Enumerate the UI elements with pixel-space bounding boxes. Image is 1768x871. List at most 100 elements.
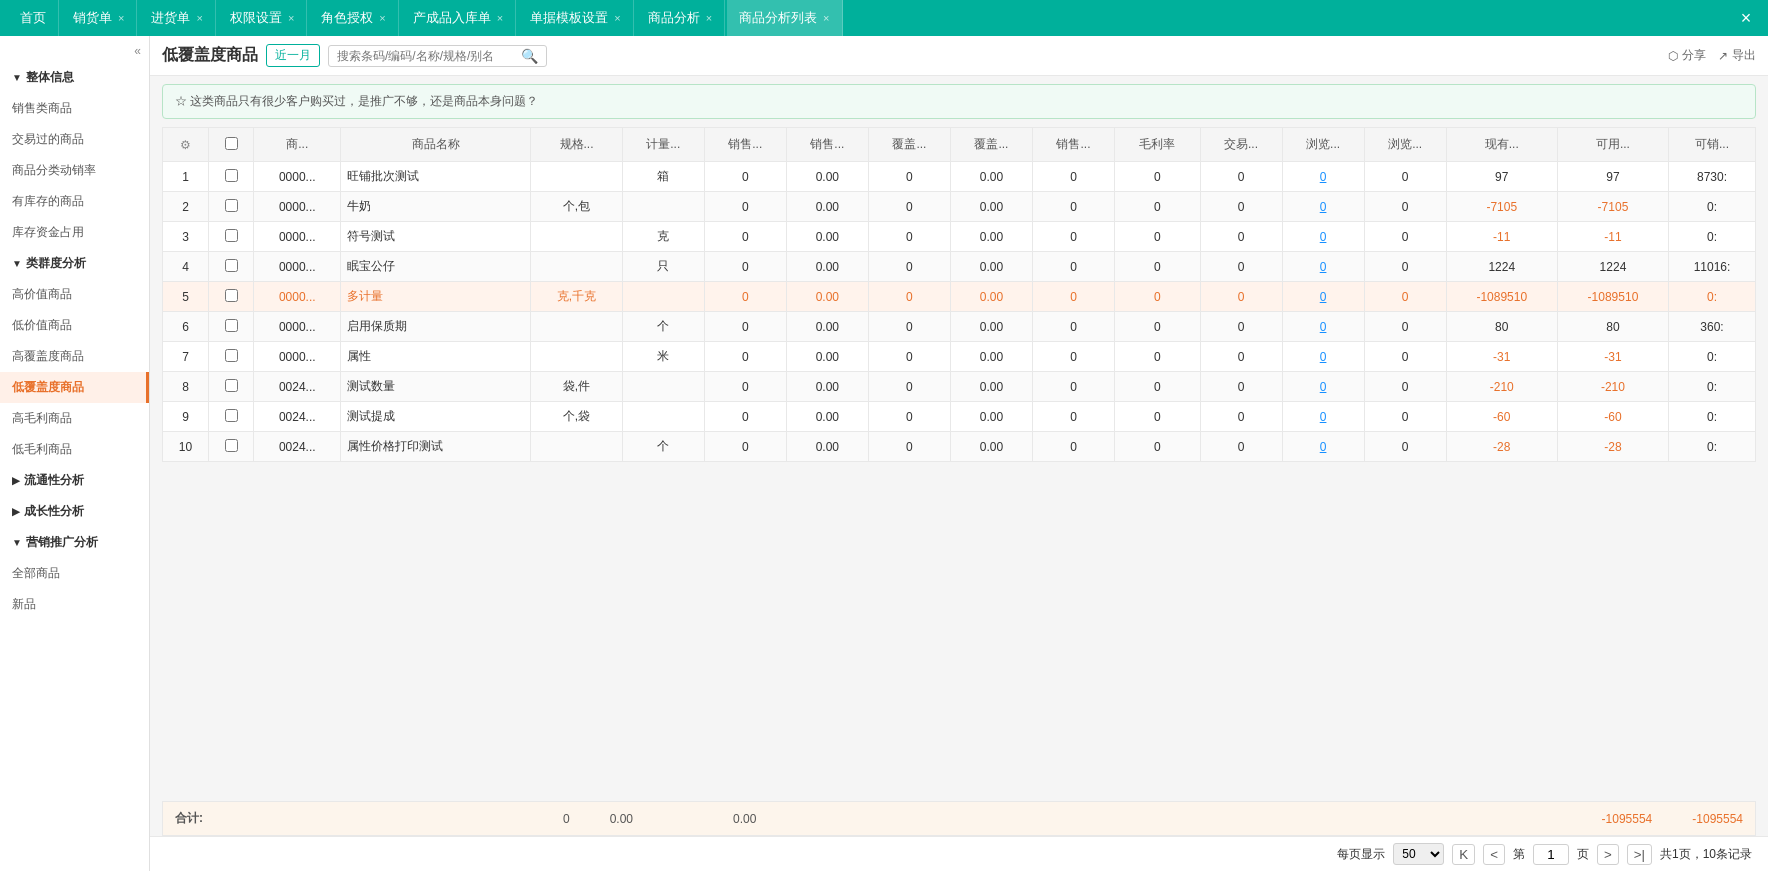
table-row-check[interactable] — [209, 252, 254, 282]
table-row-available: 80 — [1557, 312, 1668, 342]
table-row-browse1[interactable]: 0 — [1282, 432, 1364, 462]
sidebar-section-overall[interactable]: ▼ 整体信息 — [0, 62, 149, 93]
close-all-tabs-button[interactable]: × — [1732, 4, 1760, 32]
first-page-button[interactable]: K — [1452, 844, 1475, 865]
nav-tab-roles[interactable]: 角色授权 × — [309, 0, 398, 36]
col-browse2[interactable]: 浏览... — [1364, 128, 1446, 162]
sidebar-item-new-goods[interactable]: 新品 — [0, 589, 149, 620]
table-row-num: 6 — [163, 312, 209, 342]
close-sales-icon[interactable]: × — [118, 12, 124, 24]
col-available[interactable]: 可用... — [1557, 128, 1668, 162]
sidebar-item-stock-capital[interactable]: 库存资金占用 — [0, 217, 149, 248]
search-input[interactable] — [337, 49, 517, 63]
next-page-button[interactable]: > — [1597, 844, 1619, 865]
sidebar-item-stocked-goods[interactable]: 有库存的商品 — [0, 186, 149, 217]
close-template-icon[interactable]: × — [614, 12, 620, 24]
col-sales2[interactable]: 销售... — [786, 128, 868, 162]
sidebar-section-cluster[interactable]: ▼ 类群度分析 — [0, 248, 149, 279]
table-row-s5: 0 — [1032, 192, 1114, 222]
sidebar-item-low-coverage[interactable]: 低覆盖度商品 — [0, 372, 149, 403]
sidebar-section-marketing[interactable]: ▼ 营销推广分析 — [0, 527, 149, 558]
arrow-down-icon: ▼ — [12, 72, 22, 83]
table-row-browse1[interactable]: 0 — [1282, 252, 1364, 282]
col-settings[interactable]: ⚙ — [163, 128, 209, 162]
content-header: 低覆盖度商品 近一月 🔍 ⬡ 分享 ↗ 导出 — [150, 36, 1768, 76]
col-checkbox[interactable] — [209, 128, 254, 162]
table-row-check[interactable] — [209, 222, 254, 252]
table-row-check[interactable] — [209, 312, 254, 342]
nav-tab-analysis[interactable]: 商品分析 × — [636, 0, 725, 36]
select-all-checkbox[interactable] — [225, 137, 238, 150]
close-roles-icon[interactable]: × — [379, 12, 385, 24]
sidebar-item-traded-goods[interactable]: 交易过的商品 — [0, 124, 149, 155]
table-row-browse1[interactable]: 0 — [1282, 222, 1364, 252]
last-page-button[interactable]: >| — [1627, 844, 1652, 865]
nav-tab-permissions[interactable]: 权限设置 × — [218, 0, 307, 36]
table-row-browse1[interactable]: 0 — [1282, 312, 1364, 342]
col-coverage2[interactable]: 覆盖... — [950, 128, 1032, 162]
sidebar-item-high-value[interactable]: 高价值商品 — [0, 279, 149, 310]
prev-page-button[interactable]: < — [1483, 844, 1505, 865]
col-sales3[interactable]: 销售... — [1032, 128, 1114, 162]
table-row-check[interactable] — [209, 282, 254, 312]
col-coverage1[interactable]: 覆盖... — [868, 128, 950, 162]
table-row-browse1[interactable]: 0 — [1282, 282, 1364, 312]
table-row-code: 0000... — [254, 162, 341, 192]
nav-tab-finished[interactable]: 产成品入库单 × — [401, 0, 516, 36]
close-permissions-icon[interactable]: × — [288, 12, 294, 24]
search-icon: 🔍 — [521, 48, 538, 64]
table-row-check[interactable] — [209, 372, 254, 402]
col-code[interactable]: 商... — [254, 128, 341, 162]
table-wrap[interactable]: ⚙ 商... 商品名称 规格... 计量... 销售... 销售... 覆盖..… — [150, 127, 1768, 801]
table-row-check[interactable] — [209, 402, 254, 432]
col-unit[interactable]: 计量... — [622, 128, 704, 162]
col-transaction[interactable]: 交易... — [1200, 128, 1282, 162]
close-purchase-icon[interactable]: × — [196, 12, 202, 24]
table-row-num: 10 — [163, 432, 209, 462]
table-row-browse1[interactable]: 0 — [1282, 402, 1364, 432]
sidebar-item-low-value[interactable]: 低价值商品 — [0, 310, 149, 341]
nav-tab-home[interactable]: 首页 — [8, 0, 59, 36]
per-page-select[interactable]: 50 20 100 200 — [1393, 843, 1444, 865]
export-button[interactable]: ↗ 导出 — [1718, 47, 1756, 64]
table-row-browse1[interactable]: 0 — [1282, 342, 1364, 372]
sidebar-item-high-profit[interactable]: 高毛利商品 — [0, 403, 149, 434]
nav-tab-analysis-list[interactable]: 商品分析列表 × — [727, 0, 842, 36]
sidebar-item-category-rate[interactable]: 商品分类动销率 — [0, 155, 149, 186]
nav-tab-purchase[interactable]: 进货单 × — [139, 0, 215, 36]
col-profit-rate[interactable]: 毛利率 — [1115, 128, 1201, 162]
time-filter-button[interactable]: 近一月 — [266, 44, 320, 67]
share-button[interactable]: ⬡ 分享 — [1668, 47, 1706, 64]
sidebar-section-flow[interactable]: ▶ 流通性分析 — [0, 465, 149, 496]
col-saleable[interactable]: 可销... — [1669, 128, 1756, 162]
table-row-check[interactable] — [209, 342, 254, 372]
sidebar-item-high-coverage[interactable]: 高覆盖度商品 — [0, 341, 149, 372]
table-row-check[interactable] — [209, 432, 254, 462]
table-row-saleable: 11016: — [1669, 252, 1756, 282]
table-row-s5: 0 — [1032, 162, 1114, 192]
nav-tab-sales[interactable]: 销货单 × — [61, 0, 137, 36]
col-sales1[interactable]: 销售... — [704, 128, 786, 162]
col-name[interactable]: 商品名称 — [341, 128, 531, 162]
close-finished-icon[interactable]: × — [497, 12, 503, 24]
table-row-browse1[interactable]: 0 — [1282, 192, 1364, 222]
table-row-check[interactable] — [209, 162, 254, 192]
table-row-check[interactable] — [209, 192, 254, 222]
col-spec[interactable]: 规格... — [531, 128, 622, 162]
sidebar-collapse-button[interactable]: « — [0, 40, 149, 62]
sidebar-item-all-goods[interactable]: 全部商品 — [0, 558, 149, 589]
table-row-browse1[interactable]: 0 — [1282, 162, 1364, 192]
table-row-s2: 0.00 — [786, 162, 868, 192]
close-analysis-list-icon[interactable]: × — [823, 12, 829, 24]
sidebar-section-growth[interactable]: ▶ 成长性分析 — [0, 496, 149, 527]
nav-tab-template[interactable]: 单据模板设置 × — [518, 0, 633, 36]
close-analysis-icon[interactable]: × — [706, 12, 712, 24]
col-browse1[interactable]: 浏览... — [1282, 128, 1364, 162]
col-current[interactable]: 现有... — [1446, 128, 1557, 162]
sidebar-item-sales-goods[interactable]: 销售类商品 — [0, 93, 149, 124]
table-row-browse1[interactable]: 0 — [1282, 372, 1364, 402]
table-row-unit — [622, 282, 704, 312]
page-number-input[interactable] — [1533, 844, 1569, 865]
table-row-code: 0024... — [254, 402, 341, 432]
sidebar-item-low-profit[interactable]: 低毛利商品 — [0, 434, 149, 465]
